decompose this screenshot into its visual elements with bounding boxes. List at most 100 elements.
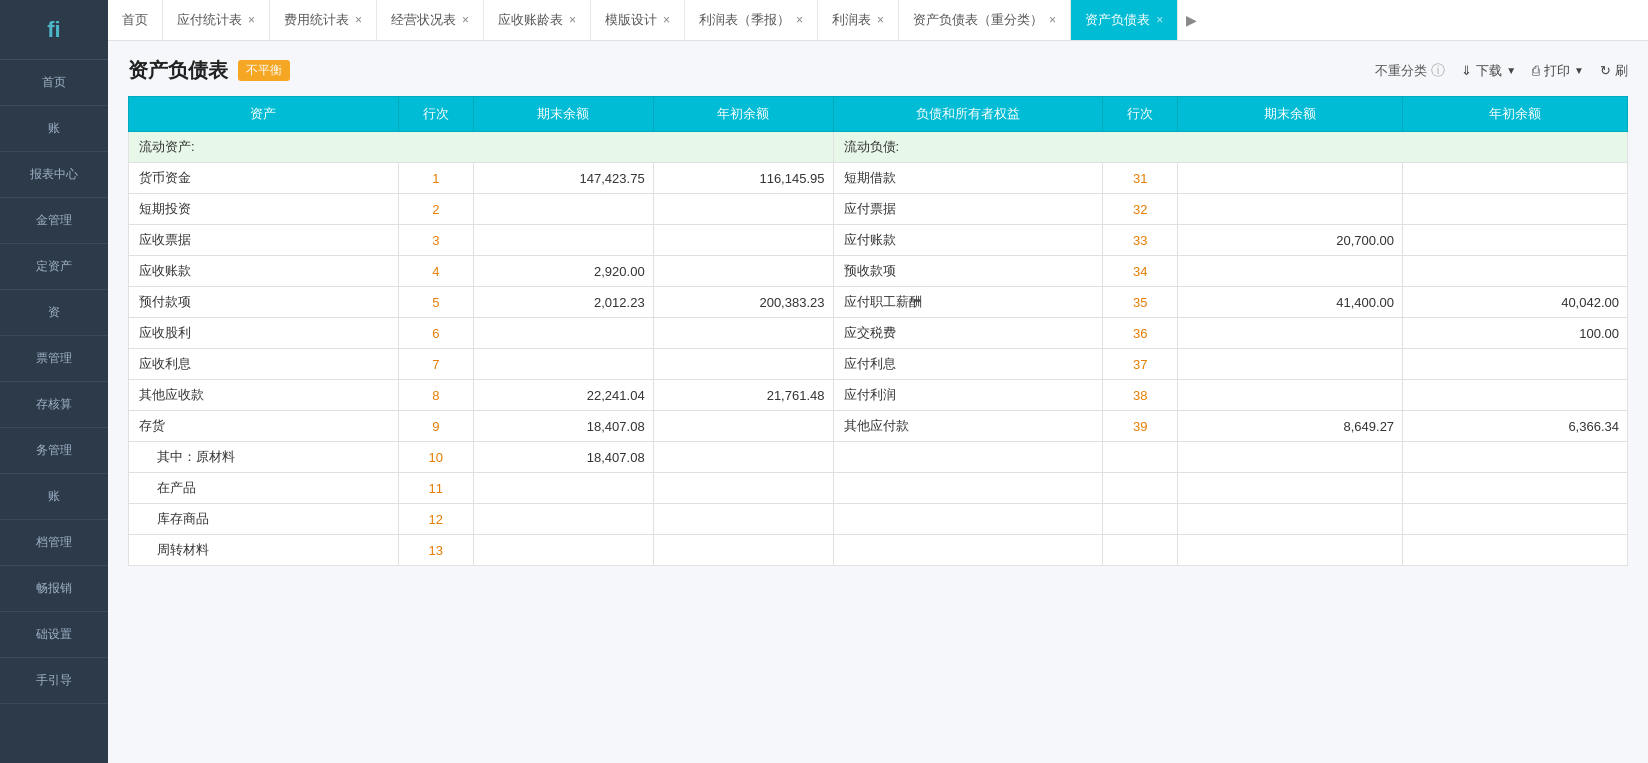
tab-payable-stats[interactable]: 应付统计表 ×: [163, 0, 270, 40]
right-year-start: [1403, 194, 1628, 225]
right-item-name[interactable]: 应付利润: [833, 380, 1103, 411]
right-row-num: [1103, 504, 1178, 535]
download-button[interactable]: ⇓ 下载 ▼: [1461, 62, 1516, 80]
left-item-name[interactable]: 应收利息: [129, 349, 399, 380]
tab-operations[interactable]: 经营状况表 ×: [377, 0, 484, 40]
right-item-name[interactable]: 其他应付款: [833, 411, 1103, 442]
tab-close-receivable-aging[interactable]: ×: [569, 13, 576, 27]
sidebar-item-fund-mgmt[interactable]: 金管理: [0, 198, 108, 244]
left-year-start: [653, 535, 833, 566]
sidebar-item-guide[interactable]: 手引导: [0, 658, 108, 704]
tab-close-profit-quarterly[interactable]: ×: [796, 13, 803, 27]
tab-close-balance-reclassify[interactable]: ×: [1049, 13, 1056, 27]
sidebar-item-home[interactable]: 首页: [0, 60, 108, 106]
sidebar-item-ledger[interactable]: 账: [0, 474, 108, 520]
tab-close-expense-stats[interactable]: ×: [355, 13, 362, 27]
left-period-end: [473, 194, 653, 225]
left-row-num: 4: [398, 256, 473, 287]
right-item-name[interactable]: 应付票据: [833, 194, 1103, 225]
right-year-start: 40,042.00: [1403, 287, 1628, 318]
sidebar-item-fixed-assets[interactable]: 定资产: [0, 244, 108, 290]
content-area: 资产负债表 不平衡 不重分类 ⓘ ⇓ 下载 ▼ ⎙ 打印 ▼: [108, 41, 1648, 763]
right-item-name[interactable]: [833, 442, 1103, 473]
left-item-name[interactable]: 其他应收款: [129, 380, 399, 411]
right-row-num: 35: [1103, 287, 1178, 318]
sidebar-item-account[interactable]: 账: [0, 106, 108, 152]
left-row-num: 3: [398, 225, 473, 256]
left-year-start: [653, 318, 833, 349]
download-chevron-icon: ▼: [1506, 65, 1516, 76]
left-year-start: 116,145.95: [653, 163, 833, 194]
left-item-name[interactable]: 周转材料: [129, 535, 399, 566]
tab-template-design[interactable]: 模版设计 ×: [591, 0, 685, 40]
tab-close-operations[interactable]: ×: [462, 13, 469, 27]
left-period-end: [473, 349, 653, 380]
left-item-name[interactable]: 库存商品: [129, 504, 399, 535]
right-period-end: [1178, 194, 1403, 225]
right-period-end: [1178, 163, 1403, 194]
right-row-num: 33: [1103, 225, 1178, 256]
left-period-end: [473, 504, 653, 535]
sidebar-item-basic-settings[interactable]: 础设置: [0, 612, 108, 658]
sidebar-item-ticket-mgmt[interactable]: 票管理: [0, 336, 108, 382]
left-item-name[interactable]: 其中：原材料: [129, 442, 399, 473]
right-item-name[interactable]: [833, 473, 1103, 504]
right-year-start: [1403, 504, 1628, 535]
tab-receivable-aging[interactable]: 应收账龄表 ×: [484, 0, 591, 40]
right-period-end: [1178, 256, 1403, 287]
tab-profit-quarterly[interactable]: 利润表（季报） ×: [685, 0, 818, 40]
col-asset: 资产: [129, 97, 399, 132]
right-item-name[interactable]: 预收款项: [833, 256, 1103, 287]
tab-expense-stats[interactable]: 费用统计表 ×: [270, 0, 377, 40]
right-item-name[interactable]: 短期借款: [833, 163, 1103, 194]
right-row-num: 32: [1103, 194, 1178, 225]
left-item-name[interactable]: 存货: [129, 411, 399, 442]
left-item-name[interactable]: 应收股利: [129, 318, 399, 349]
sidebar-item-affairs-mgmt[interactable]: 务管理: [0, 428, 108, 474]
not-reclassify-option[interactable]: 不重分类 ⓘ: [1375, 62, 1445, 80]
tab-scroll-right-icon[interactable]: ▶: [1178, 12, 1205, 28]
left-row-num: 13: [398, 535, 473, 566]
left-item-name[interactable]: 预付款项: [129, 287, 399, 318]
left-period-end: [473, 535, 653, 566]
tab-profit[interactable]: 利润表 ×: [818, 0, 899, 40]
right-item-name[interactable]: 应付职工薪酬: [833, 287, 1103, 318]
right-item-name[interactable]: 应付账款: [833, 225, 1103, 256]
left-item-name[interactable]: 应收账款: [129, 256, 399, 287]
right-row-num: 31: [1103, 163, 1178, 194]
right-item-name[interactable]: 应付利息: [833, 349, 1103, 380]
right-item-name[interactable]: 应交税费: [833, 318, 1103, 349]
left-item-name[interactable]: 货币资金: [129, 163, 399, 194]
left-row-num: 1: [398, 163, 473, 194]
sidebar-item-inventory[interactable]: 存核算: [0, 382, 108, 428]
col-row-num2: 行次: [1103, 97, 1178, 132]
tab-balance[interactable]: 资产负债表 ×: [1071, 0, 1178, 40]
right-row-num: 37: [1103, 349, 1178, 380]
left-item-name[interactable]: 在产品: [129, 473, 399, 504]
tab-close-template-design[interactable]: ×: [663, 13, 670, 27]
tab-close-profit[interactable]: ×: [877, 13, 884, 27]
sidebar-item-capital[interactable]: 资: [0, 290, 108, 336]
print-button[interactable]: ⎙ 打印 ▼: [1532, 62, 1584, 80]
help-icon[interactable]: ⓘ: [1431, 62, 1445, 80]
left-row-num: 2: [398, 194, 473, 225]
right-row-num: [1103, 473, 1178, 504]
section-right-label: 流动负债:: [833, 132, 1628, 163]
sidebar-item-archive-mgmt[interactable]: 档管理: [0, 520, 108, 566]
sidebar-item-expense[interactable]: 畅报销: [0, 566, 108, 612]
left-period-end: 22,241.04: [473, 380, 653, 411]
right-year-start: [1403, 225, 1628, 256]
left-row-num: 9: [398, 411, 473, 442]
left-period-end: 2,012.23: [473, 287, 653, 318]
refresh-button[interactable]: ↻ 刷: [1600, 62, 1628, 80]
left-item-name[interactable]: 短期投资: [129, 194, 399, 225]
sidebar-item-report-center[interactable]: 报表中心: [0, 152, 108, 198]
tab-close-balance[interactable]: ×: [1156, 13, 1163, 27]
tab-home[interactable]: 首页: [108, 0, 163, 40]
tab-balance-reclassify[interactable]: 资产负债表（重分类） ×: [899, 0, 1071, 40]
right-item-name[interactable]: [833, 504, 1103, 535]
right-year-start: 100.00: [1403, 318, 1628, 349]
tab-close-payable-stats[interactable]: ×: [248, 13, 255, 27]
left-item-name[interactable]: 应收票据: [129, 225, 399, 256]
right-item-name[interactable]: [833, 535, 1103, 566]
